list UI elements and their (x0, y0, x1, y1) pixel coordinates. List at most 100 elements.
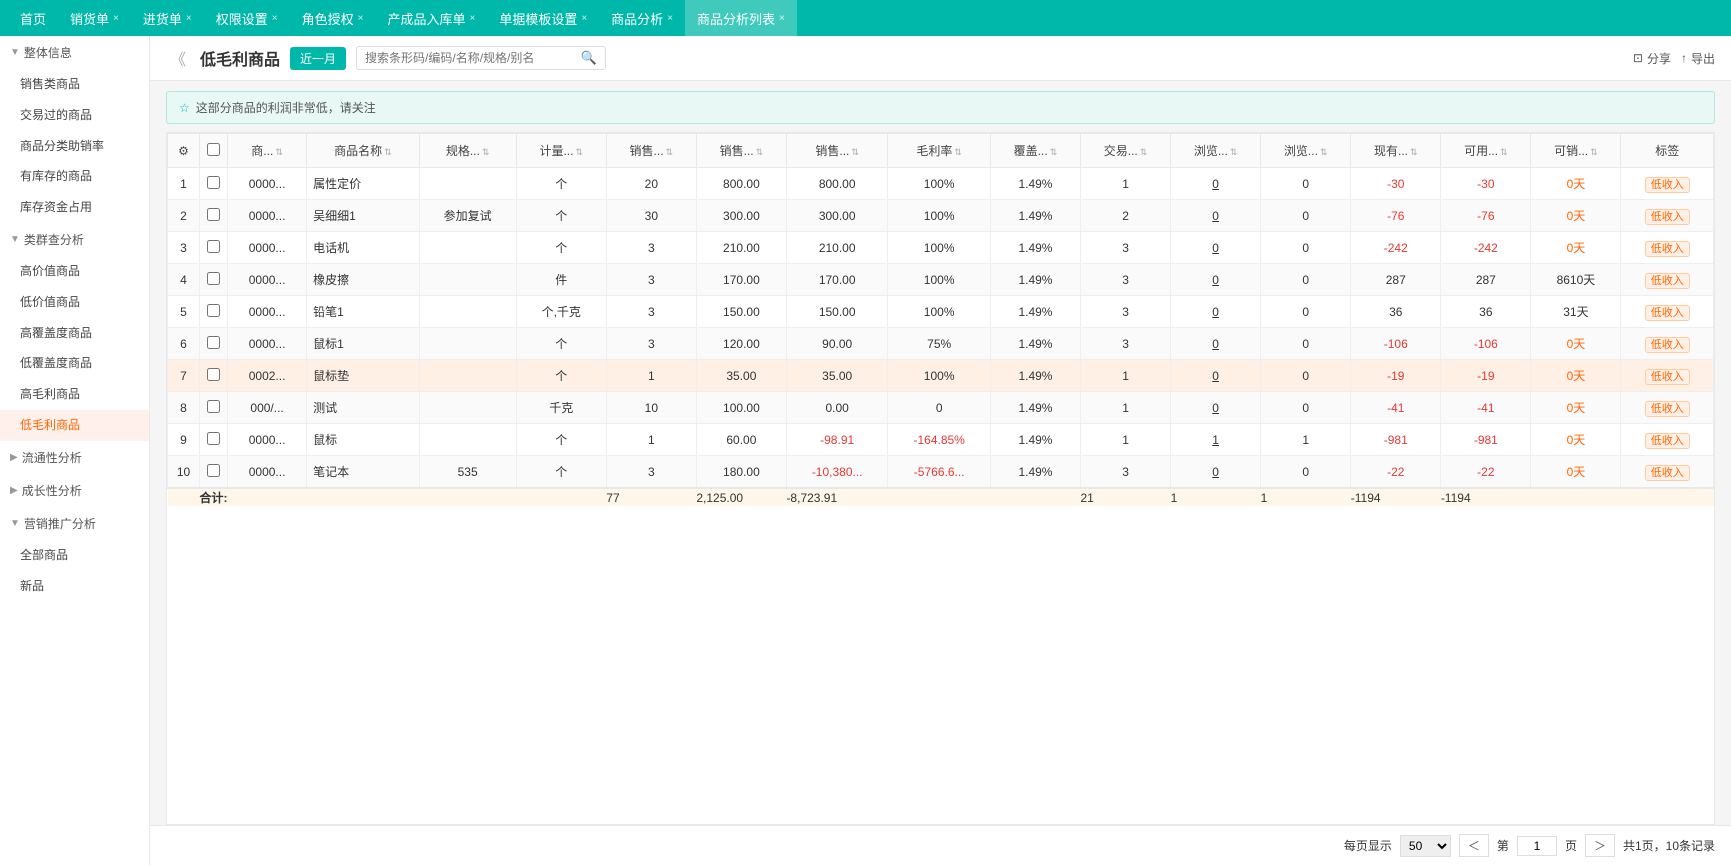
col-coverage[interactable]: 覆盖...⇅ (990, 134, 1080, 168)
row-select-checkbox[interactable] (207, 368, 220, 381)
browse1-link[interactable]: 0 (1212, 177, 1219, 191)
nav-item-home[interactable]: 首页 (8, 0, 58, 36)
col-spec[interactable]: 规格...⇅ (419, 134, 516, 168)
row-name[interactable]: 电话机 (307, 232, 419, 264)
row-checkbox[interactable] (200, 168, 228, 200)
browse1-link[interactable]: 0 (1212, 401, 1219, 415)
row-name[interactable]: 橡皮擦 (307, 264, 419, 296)
row-select-checkbox[interactable] (207, 400, 220, 413)
col-name[interactable]: 商品名称⇅ (307, 134, 419, 168)
nav-item-product-in[interactable]: 产成品入库单 × (375, 0, 487, 36)
close-permission-icon[interactable]: × (272, 13, 278, 24)
sidebar-item-capital[interactable]: 库存资金占用 (0, 192, 149, 223)
row-name[interactable]: 笔记本 (307, 456, 419, 489)
page-input[interactable] (1517, 836, 1557, 856)
sidebar-section-cluster[interactable]: ▼ 类群查分析 (0, 223, 149, 256)
col-settings[interactable]: ⚙ (168, 134, 200, 168)
sidebar-item-low-value[interactable]: 低价值商品 (0, 287, 149, 318)
col-browse1[interactable]: 浏览...⇅ (1171, 134, 1261, 168)
search-icon[interactable]: 🔍 (581, 50, 597, 66)
export-button[interactable]: ↑ 导出 (1681, 50, 1715, 67)
sidebar-section-growth[interactable]: ▶ 成长性分析 (0, 474, 149, 507)
close-template-icon[interactable]: × (581, 13, 587, 24)
sidebar-item-all-goods[interactable]: 全部商品 (0, 540, 149, 571)
close-product-analysis-list-icon[interactable]: × (779, 13, 785, 24)
close-sales-icon[interactable]: × (113, 13, 119, 24)
col-sales3[interactable]: 销售...⇅ (786, 134, 887, 168)
close-product-analysis-icon[interactable]: × (667, 13, 673, 24)
row-checkbox[interactable] (200, 232, 228, 264)
col-sellable-days[interactable]: 可销...⇅ (1531, 134, 1621, 168)
browse1-link[interactable]: 0 (1212, 305, 1219, 319)
row-checkbox[interactable] (200, 200, 228, 232)
nav-item-sales[interactable]: 销货单 × (58, 0, 131, 36)
sidebar-item-high-margin[interactable]: 高毛利商品 (0, 379, 149, 410)
row-select-checkbox[interactable] (207, 272, 220, 285)
col-code[interactable]: 商...⇅ (228, 134, 307, 168)
row-name[interactable]: 铅笔1 (307, 296, 419, 328)
collapse-sidebar-button[interactable]: 《 (166, 46, 190, 70)
nav-item-role[interactable]: 角色授权 × (290, 0, 376, 36)
browse1-link[interactable]: 0 (1212, 465, 1219, 479)
next-page-button[interactable]: ＞ (1585, 834, 1615, 857)
row-checkbox[interactable] (200, 360, 228, 392)
browse1-link[interactable]: 0 (1212, 273, 1219, 287)
nav-item-product-analysis[interactable]: 商品分析 × (599, 0, 685, 36)
col-unit[interactable]: 计量...⇅ (516, 134, 606, 168)
time-filter-button[interactable]: 近一月 (290, 47, 346, 70)
sidebar-item-category-rate[interactable]: 商品分类助销率 (0, 131, 149, 162)
select-all-checkbox[interactable] (207, 143, 220, 156)
row-checkbox[interactable] (200, 328, 228, 360)
search-input[interactable] (365, 51, 577, 65)
col-checkbox[interactable] (200, 134, 228, 168)
col-browse2[interactable]: 浏览...⇅ (1261, 134, 1351, 168)
nav-item-product-analysis-list[interactable]: 商品分析列表 × (685, 0, 797, 36)
sidebar-section-marketing[interactable]: ▼ 营销推广分析 (0, 507, 149, 540)
per-page-select[interactable]: 50 100 200 (1400, 835, 1451, 857)
sidebar-item-new-goods[interactable]: 新品 (0, 571, 149, 602)
row-name[interactable]: 鼠标垫 (307, 360, 419, 392)
row-name[interactable]: 鼠标1 (307, 328, 419, 360)
close-purchase-icon[interactable]: × (186, 13, 192, 24)
browse1-link[interactable]: 0 (1212, 369, 1219, 383)
row-name[interactable]: 鼠标 (307, 424, 419, 456)
sidebar-item-low-coverage[interactable]: 低覆盖度商品 (0, 348, 149, 379)
row-name[interactable]: 吴细细1 (307, 200, 419, 232)
close-role-icon[interactable]: × (358, 13, 364, 24)
col-available-stock[interactable]: 可用...⇅ (1441, 134, 1531, 168)
sidebar-item-high-value[interactable]: 高价值商品 (0, 256, 149, 287)
close-product-in-icon[interactable]: × (469, 13, 475, 24)
row-select-checkbox[interactable] (207, 240, 220, 253)
browse1-link[interactable]: 1 (1212, 433, 1219, 447)
sidebar-item-low-margin[interactable]: 低毛利商品 (0, 410, 149, 441)
row-checkbox[interactable] (200, 456, 228, 489)
col-tag[interactable]: 标签 (1621, 134, 1714, 168)
col-margin[interactable]: 毛利率⇅ (888, 134, 991, 168)
sidebar-section-overall[interactable]: ▼ 整体信息 (0, 36, 149, 69)
nav-item-permission[interactable]: 权限设置 × (204, 0, 290, 36)
share-button[interactable]: ⊡ 分享 (1633, 50, 1671, 67)
row-checkbox[interactable] (200, 392, 228, 424)
col-sales1[interactable]: 销售...⇅ (606, 134, 696, 168)
prev-page-button[interactable]: ＜ (1459, 834, 1489, 857)
sidebar-item-stocked-goods[interactable]: 有库存的商品 (0, 161, 149, 192)
col-transaction[interactable]: 交易...⇅ (1081, 134, 1171, 168)
row-checkbox[interactable] (200, 264, 228, 296)
sidebar-item-traded-goods[interactable]: 交易过的商品 (0, 100, 149, 131)
col-sales2[interactable]: 销售...⇅ (696, 134, 786, 168)
sidebar-item-sales-goods[interactable]: 销售类商品 (0, 69, 149, 100)
row-select-checkbox[interactable] (207, 464, 220, 477)
nav-item-template[interactable]: 单据模板设置 × (487, 0, 599, 36)
col-current-stock[interactable]: 现有...⇅ (1351, 134, 1441, 168)
browse1-link[interactable]: 0 (1212, 337, 1219, 351)
sidebar-section-flow[interactable]: ▶ 流通性分析 (0, 441, 149, 474)
nav-item-purchase[interactable]: 进货单 × (131, 0, 204, 36)
row-checkbox[interactable] (200, 424, 228, 456)
row-select-checkbox[interactable] (207, 304, 220, 317)
row-select-checkbox[interactable] (207, 432, 220, 445)
browse1-link[interactable]: 0 (1212, 209, 1219, 223)
row-select-checkbox[interactable] (207, 336, 220, 349)
row-name[interactable]: 测试 (307, 392, 419, 424)
row-name[interactable]: 属性定价 (307, 168, 419, 200)
sidebar-item-high-coverage[interactable]: 高覆盖度商品 (0, 318, 149, 349)
